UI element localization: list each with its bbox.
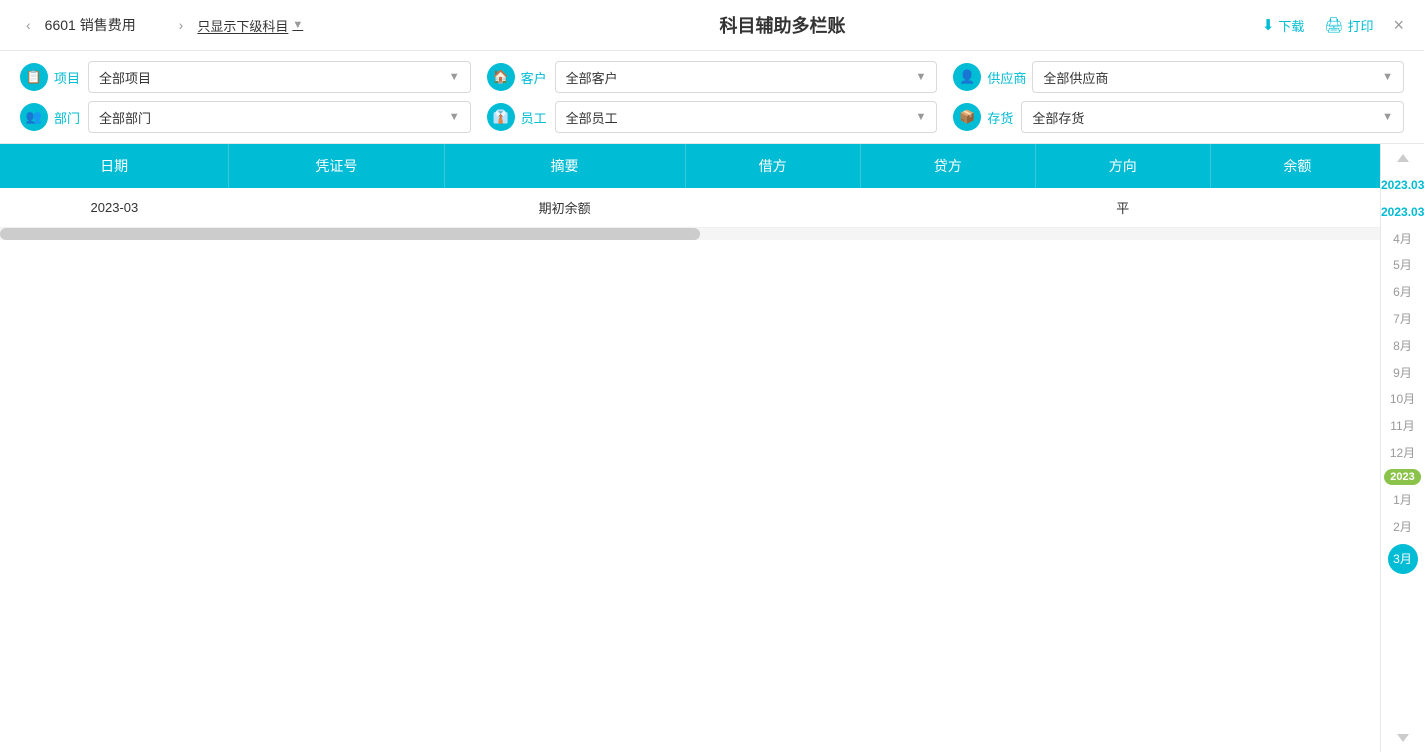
customer-label: 客户 bbox=[521, 68, 549, 87]
inventory-select[interactable]: 全部存货 ▼ bbox=[1021, 101, 1404, 133]
supplier-label: 供应商 bbox=[987, 68, 1026, 87]
show-sub-button[interactable]: 只显示下级科目 ▼ bbox=[197, 16, 303, 35]
timeline-month-5[interactable]: 5月 bbox=[1381, 252, 1424, 279]
col-credit: 贷方 bbox=[860, 144, 1035, 188]
employee-label: 员工 bbox=[521, 108, 549, 127]
title-left: ‹ 6601 销售费用 › 只显示下级科目 ▼ bbox=[20, 15, 303, 35]
filter-employee: 👔 员工 全部员工 ▼ bbox=[487, 101, 938, 133]
department-label: 部门 bbox=[54, 108, 82, 127]
filter-customer: 🏠 客户 全部客户 ▼ bbox=[487, 61, 938, 93]
next-account-btn[interactable]: › bbox=[173, 15, 190, 35]
col-summary: 摘要 bbox=[444, 144, 685, 188]
account-label: 6601 销售费用 bbox=[45, 15, 165, 35]
col-date: 日期 bbox=[0, 144, 229, 188]
cell-direction: 平 bbox=[1035, 188, 1210, 228]
filter-inventory: 📦 存货 全部存货 ▼ bbox=[953, 101, 1404, 133]
customer-icon: 🏠 bbox=[487, 63, 515, 91]
title-bar: ‹ 6601 销售费用 › 只显示下级科目 ▼ 科目辅助多栏账 ⬇ 下载 🖨 打… bbox=[0, 0, 1424, 51]
prev-account-btn[interactable]: ‹ bbox=[20, 15, 37, 35]
filter-area: 📋 项目 全部项目 ▼ 🏠 客户 全部客户 ▼ 👤 供应商 全部供应 bbox=[0, 51, 1424, 144]
cell-voucher bbox=[229, 188, 444, 228]
ledger-table: 日期 凭证号 摘要 借方 贷方 方向 余额 2023-03 期初余额 平 bbox=[0, 144, 1384, 228]
timeline-scroll: 4月 5月 6月 7月 8月 9月 10月 11月 12月 2023 1月 2月… bbox=[1381, 226, 1424, 724]
inventory-arrow: ▼ bbox=[1382, 111, 1393, 123]
project-icon: 📋 bbox=[20, 63, 48, 91]
timeline-selected-1[interactable]: 2023.03 bbox=[1381, 172, 1424, 199]
filter-department: 👥 部门 全部部门 ▼ bbox=[20, 101, 471, 133]
timeline-selected-2[interactable]: 2023.03 bbox=[1381, 199, 1424, 226]
department-value: 全部部门 bbox=[99, 108, 151, 127]
show-sub-label: 只显示下级科目 bbox=[197, 16, 288, 35]
timeline-nav-up[interactable] bbox=[1381, 144, 1424, 172]
col-debit: 借方 bbox=[685, 144, 860, 188]
table-container: 日期 凭证号 摘要 借方 贷方 方向 余额 2023-03 期初余额 平 bbox=[0, 144, 1424, 752]
timeline-month-6[interactable]: 6月 bbox=[1381, 279, 1424, 306]
inventory-label: 存货 bbox=[987, 108, 1015, 127]
year-badge[interactable]: 2023 bbox=[1384, 469, 1420, 485]
timeline-month-8[interactable]: 8月 bbox=[1381, 333, 1424, 360]
account-name: 销售费用 bbox=[80, 17, 136, 33]
dropdown-icon: ▼ bbox=[292, 19, 303, 31]
download-button[interactable]: ⬇ 下载 bbox=[1262, 16, 1305, 35]
filter-row-2: 👥 部门 全部部门 ▼ 👔 员工 全部员工 ▼ 📦 存货 全部存货 bbox=[20, 101, 1404, 133]
timeline-month-12[interactable]: 12月 bbox=[1381, 440, 1424, 467]
download-icon: ⬇ bbox=[1262, 16, 1275, 34]
timeline-month-1[interactable]: 1月 bbox=[1381, 487, 1424, 514]
filter-row-1: 📋 项目 全部项目 ▼ 🏠 客户 全部客户 ▼ 👤 供应商 全部供应 bbox=[20, 61, 1404, 93]
col-balance: 余额 bbox=[1210, 144, 1384, 188]
timeline-month-11[interactable]: 11月 bbox=[1381, 413, 1424, 440]
cell-credit bbox=[860, 188, 1035, 228]
print-button[interactable]: 🖨 打印 bbox=[1324, 16, 1373, 35]
timeline-month-10[interactable]: 10月 bbox=[1381, 386, 1424, 413]
cell-date: 2023-03 bbox=[0, 188, 229, 228]
employee-icon: 👔 bbox=[487, 103, 515, 131]
cell-balance bbox=[1210, 188, 1384, 228]
filter-supplier: 👤 供应商 全部供应商 ▼ bbox=[953, 61, 1404, 93]
employee-value: 全部员工 bbox=[566, 108, 618, 127]
department-select[interactable]: 全部部门 ▼ bbox=[88, 101, 471, 133]
table-row: 2023-03 期初余额 平 bbox=[0, 188, 1384, 228]
col-direction: 方向 bbox=[1035, 144, 1210, 188]
timeline-nav-down[interactable] bbox=[1381, 724, 1424, 752]
timeline-month-4[interactable]: 4月 bbox=[1381, 226, 1424, 253]
department-arrow: ▼ bbox=[449, 111, 460, 123]
inventory-value: 全部存货 bbox=[1032, 108, 1084, 127]
account-code: 6601 bbox=[45, 17, 76, 33]
employee-select[interactable]: 全部员工 ▼ bbox=[555, 101, 938, 133]
col-voucher: 凭证号 bbox=[229, 144, 444, 188]
filter-project: 📋 项目 全部项目 ▼ bbox=[20, 61, 471, 93]
supplier-select[interactable]: 全部供应商 ▼ bbox=[1032, 61, 1404, 93]
timeline-month-2[interactable]: 2月 bbox=[1381, 514, 1424, 541]
inventory-icon: 📦 bbox=[953, 103, 981, 131]
customer-select[interactable]: 全部客户 ▼ bbox=[555, 61, 938, 93]
project-select[interactable]: 全部项目 ▼ bbox=[88, 61, 471, 93]
title-actions: ⬇ 下载 🖨 打印 × bbox=[1262, 16, 1404, 35]
timeline-sidebar: 2023.03 2023.03 4月 5月 6月 7月 8月 9月 10月 11… bbox=[1380, 144, 1424, 752]
customer-value: 全部客户 bbox=[566, 68, 618, 87]
project-arrow: ▼ bbox=[449, 71, 460, 83]
cell-summary: 期初余额 bbox=[444, 188, 685, 228]
download-label: 下载 bbox=[1278, 16, 1304, 35]
timeline-month-7[interactable]: 7月 bbox=[1381, 306, 1424, 333]
cell-debit bbox=[685, 188, 860, 228]
timeline-month-3-current[interactable]: 3月 bbox=[1388, 544, 1418, 574]
print-icon: 🖨 bbox=[1324, 16, 1343, 34]
department-icon: 👥 bbox=[20, 103, 48, 131]
project-label: 项目 bbox=[54, 68, 82, 87]
supplier-arrow: ▼ bbox=[1382, 71, 1393, 83]
customer-arrow: ▼ bbox=[915, 71, 926, 83]
employee-arrow: ▼ bbox=[915, 111, 926, 123]
project-value: 全部项目 bbox=[99, 68, 151, 87]
close-button[interactable]: × bbox=[1393, 16, 1404, 34]
supplier-icon: 👤 bbox=[953, 63, 981, 91]
supplier-value: 全部供应商 bbox=[1043, 68, 1108, 87]
main-modal: ‹ 6601 销售费用 › 只显示下级科目 ▼ 科目辅助多栏账 ⬇ 下载 🖨 打… bbox=[0, 0, 1424, 752]
page-title: 科目辅助多栏账 bbox=[303, 12, 1262, 38]
print-label: 打印 bbox=[1347, 16, 1373, 35]
timeline-month-9[interactable]: 9月 bbox=[1381, 360, 1424, 387]
